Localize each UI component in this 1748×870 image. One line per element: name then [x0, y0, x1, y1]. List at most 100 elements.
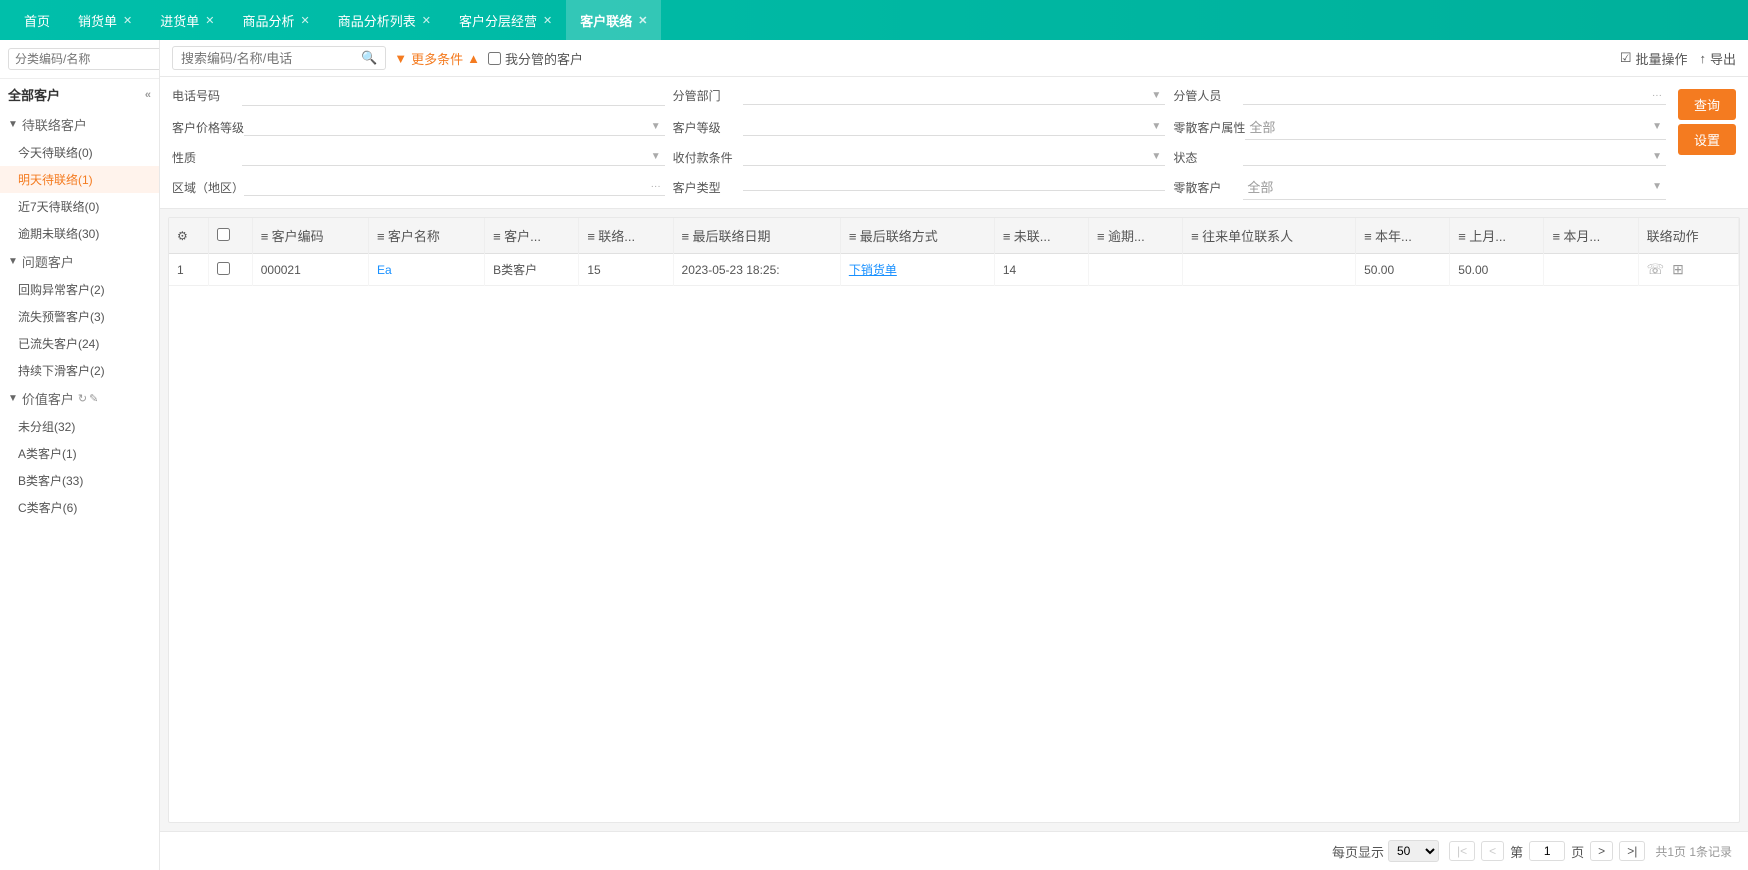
filter-gender: 性质 ▼	[172, 148, 665, 166]
cell-action: ☏ ⊞	[1638, 254, 1738, 286]
filter-status-select[interactable]: ▼	[1243, 148, 1666, 166]
cell-last-contact-method[interactable]: 下销货单	[840, 254, 994, 286]
prev-page-btn[interactable]: <	[1481, 841, 1504, 861]
customer-table: ⚙ ≡ 客户编码 ≡ 客户名称 ≡ 客户... ≡ 联络... ≡ 最后联络日期…	[169, 218, 1739, 286]
page-nav: |< < 第 页 > >|	[1449, 841, 1645, 861]
sidebar-search-input[interactable]	[8, 48, 160, 70]
sidebar-item-type-a[interactable]: A类客户(1)	[0, 440, 159, 467]
next-page-btn[interactable]: >	[1590, 841, 1613, 861]
nav-home[interactable]: 首页	[10, 0, 64, 40]
my-customers-checkbox[interactable]	[488, 52, 501, 65]
col-code: ≡ 客户编码	[252, 218, 368, 254]
filter-icon: ▼	[394, 51, 407, 66]
sidebar-item-declining[interactable]: 持续下滑客户(2)	[0, 357, 159, 384]
close-customer-contact-icon[interactable]: ✕	[638, 14, 647, 27]
query-btn[interactable]: 查询	[1678, 89, 1736, 120]
cell-type: B类客户	[485, 254, 579, 286]
action-icons: ☏ ⊞	[1647, 261, 1730, 278]
nav-product-analysis-list[interactable]: 商品分析列表 ✕	[324, 0, 445, 40]
close-product-list-icon[interactable]: ✕	[422, 14, 431, 27]
filter-customer-grade-select[interactable]: ▼	[743, 118, 1166, 136]
all-customers-section[interactable]: 全部客户 «	[0, 79, 159, 110]
more-icon-2: ···	[651, 181, 661, 192]
cell-last-contact-date: 2023-05-23 18:25:	[673, 254, 840, 286]
cell-name[interactable]: Ea	[368, 254, 484, 286]
search-icon[interactable]: 🔍	[361, 50, 377, 66]
arrow-down-icon-2: ▼	[8, 256, 18, 267]
checkbox-icon: ☑	[1620, 50, 1632, 66]
filter-customer-type-select[interactable]	[743, 184, 1166, 191]
page-label: 第	[1510, 842, 1523, 861]
filter-payment-select[interactable]: ▼	[743, 148, 1166, 166]
nav-customer-tier[interactable]: 客户分层经营 ✕	[445, 0, 566, 40]
nav-customer-contact[interactable]: 客户联络 ✕	[566, 0, 661, 40]
col-last-month: ≡ 上月...	[1450, 218, 1544, 254]
my-customers-checkbox-label[interactable]: 我分管的客户	[488, 49, 583, 68]
sidebar-item-overdue-contact[interactable]: 逾期未联络(30)	[0, 220, 159, 247]
col-settings[interactable]: ⚙	[169, 218, 209, 254]
filter-gender-select[interactable]: ▼	[242, 148, 665, 166]
nav-purchase[interactable]: 进货单 ✕	[146, 0, 228, 40]
col-this-month: ≡ 本月...	[1544, 218, 1638, 254]
batch-op-btn[interactable]: ☑ 批量操作	[1620, 49, 1688, 68]
close-purchase-icon[interactable]: ✕	[205, 14, 214, 27]
filter-phone: 电话号码	[172, 85, 665, 106]
sidebar-item-churn-warning[interactable]: 流失预警客户(3)	[0, 303, 159, 330]
nav-product-analysis[interactable]: 商品分析 ✕	[228, 0, 323, 40]
filter-retail-customer-select[interactable]: 全部 ▼	[1243, 174, 1666, 200]
first-page-btn[interactable]: |<	[1449, 841, 1475, 861]
value-customer-edit-icon[interactable]: ✎	[89, 392, 98, 405]
group-problem-customers[interactable]: ▼ 问题客户	[0, 247, 159, 276]
group-pending-contact[interactable]: ▼ 待联络客户	[0, 110, 159, 139]
export-btn[interactable]: ↑ 导出	[1699, 49, 1736, 68]
last-page-btn[interactable]: >|	[1619, 841, 1645, 861]
sidebar-item-type-b[interactable]: B类客户(33)	[0, 467, 159, 494]
filter-dept: 分管部门 ▼	[673, 87, 1166, 105]
sidebar-item-tomorrow-contact[interactable]: 明天待联络(1)	[0, 166, 159, 193]
more-conditions-btn[interactable]: ▼ 更多条件 ▲	[394, 49, 480, 68]
page-input[interactable]	[1529, 841, 1565, 861]
sidebar-item-repurchase-anomaly[interactable]: 回购异常客户(2)	[0, 276, 159, 303]
filter-dept-select[interactable]: ▼	[743, 87, 1166, 105]
chevron-down-icon: ▼	[1151, 90, 1161, 101]
filter-row-1: 电话号码 分管部门 ▼ 分管人员	[172, 85, 1666, 106]
qr-icon[interactable]: ⊞	[1672, 261, 1684, 278]
close-product-analysis-icon[interactable]: ✕	[301, 14, 310, 27]
filter-payment-label: 收付款条件	[673, 149, 743, 166]
filter-phone-input[interactable]	[242, 85, 665, 106]
col-checkbox[interactable]	[209, 218, 253, 254]
filter-region-select[interactable]: ···	[244, 178, 665, 196]
set-btn[interactable]: 设置	[1678, 124, 1736, 155]
filter-person-select[interactable]: ···	[1243, 87, 1666, 105]
chevron-up-icon: ▲	[467, 51, 480, 66]
toolbar-right: ☑ 批量操作 ↑ 导出	[1620, 49, 1736, 68]
filter-price-grade-select[interactable]: ▼	[244, 118, 665, 136]
sidebar-search-box: 🔍	[0, 40, 159, 79]
search-input[interactable]	[181, 51, 361, 66]
col-contact-person: ≡ 往来单位联系人	[1183, 218, 1356, 254]
sidebar-item-7day-contact[interactable]: 近7天待联络(0)	[0, 193, 159, 220]
sidebar-item-ungrouped[interactable]: 未分组(32)	[0, 413, 159, 440]
cell-uncontacted: 14	[994, 254, 1088, 286]
content-area: 🔍 ▼ 更多条件 ▲ 我分管的客户 ☑ 批量操作 ↑ 导出	[160, 40, 1748, 870]
filter-customer-grade-label: 客户等级	[673, 119, 743, 136]
sidebar-item-churned[interactable]: 已流失客户(24)	[0, 330, 159, 357]
sidebar-item-today-contact[interactable]: 今天待联络(0)	[0, 139, 159, 166]
chevron-down-icon-6: ▼	[1151, 151, 1161, 162]
page-size-label: 每页显示	[1332, 842, 1384, 861]
select-all-checkbox[interactable]	[217, 228, 230, 241]
close-sales-icon[interactable]: ✕	[123, 14, 132, 27]
row-checkbox[interactable]	[217, 262, 230, 275]
sidebar-item-type-c[interactable]: C类客户(6)	[0, 494, 159, 521]
col-name: ≡ 客户名称	[368, 218, 484, 254]
group-value-customers[interactable]: ▼ 价值客户 ↻ ✎	[0, 384, 159, 413]
close-customer-tier-icon[interactable]: ✕	[543, 14, 552, 27]
value-customer-refresh-icon[interactable]: ↻	[78, 392, 87, 405]
nav-sales[interactable]: 销货单 ✕	[64, 0, 146, 40]
cell-checkbox[interactable]	[209, 254, 253, 286]
phone-icon[interactable]: ☏	[1647, 261, 1665, 278]
page-size-select[interactable]: 50 100 200	[1388, 840, 1439, 862]
filter-retail-attr-select[interactable]: 全部 ▼	[1245, 114, 1666, 140]
filter-actions: 查询 设置	[1678, 89, 1736, 155]
collapse-icon[interactable]: «	[145, 89, 151, 101]
